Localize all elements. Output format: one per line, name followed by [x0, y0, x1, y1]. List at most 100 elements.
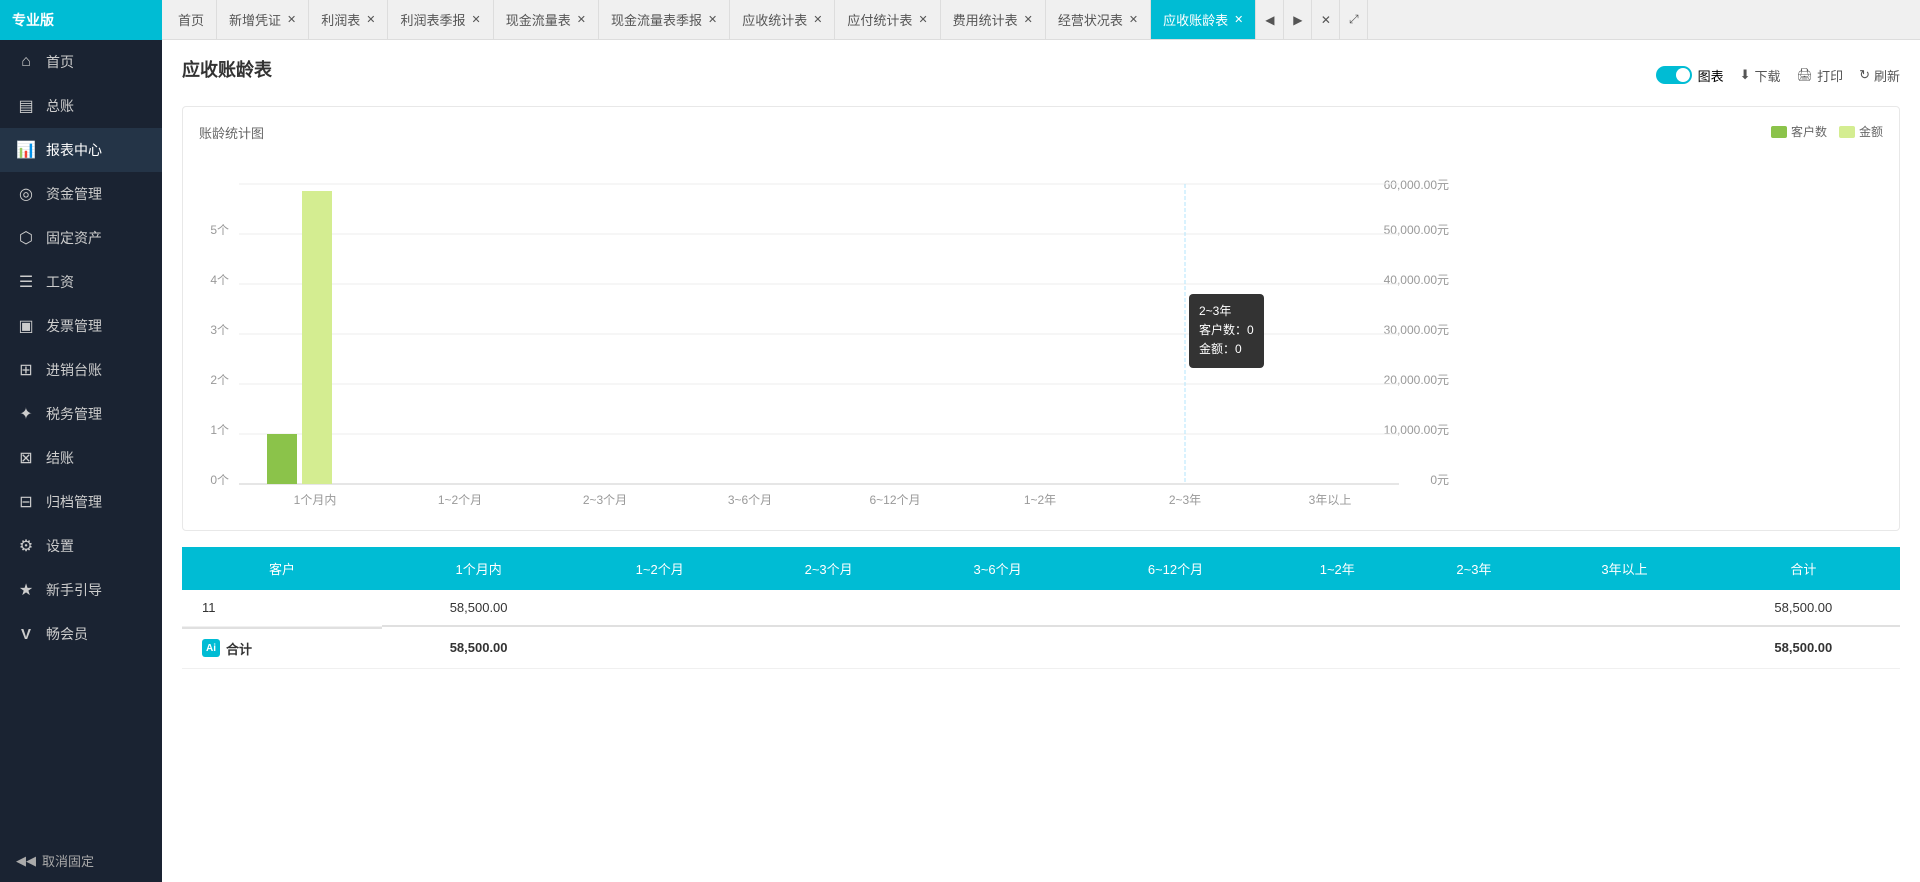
svg-text:1~2年: 1~2年	[1024, 493, 1056, 507]
ledger-icon: ▤	[16, 96, 36, 116]
total-label-cell: Ai 合计	[182, 627, 382, 668]
tab-ap-stats[interactable]: 应付统计表 ✕	[835, 0, 940, 40]
pin-label: 取消固定	[42, 851, 94, 870]
svg-text:0元: 0元	[1430, 473, 1449, 487]
app-logo: 专业版	[0, 0, 162, 40]
bar-customers-0[interactable]	[267, 434, 297, 484]
print-btn[interactable]: 🖨 打印	[1797, 66, 1844, 85]
download-btn[interactable]: ⬇ 下载	[1740, 66, 1781, 85]
legend-customers-label: 客户数	[1791, 123, 1827, 140]
bar-amount-0[interactable]	[302, 191, 332, 484]
svg-text:3~6个月: 3~6个月	[728, 493, 772, 507]
tab-cashflow-q-label: 现金流量表季报	[611, 10, 702, 29]
cell-total-0: 58,500.00	[1707, 590, 1900, 626]
sidebar-item-payroll[interactable]: ☰ 工资	[0, 260, 162, 304]
page-header: 应收账龄表 图表 ⬇ 下载 🖨 打印 ↻ 刷新	[182, 56, 1900, 94]
refresh-label: 刷新	[1874, 66, 1900, 85]
sidebar-item-invoices[interactable]: ▣ 发票管理	[0, 304, 162, 348]
tab-cashflow-close[interactable]: ✕	[577, 13, 586, 26]
tab-profit-close[interactable]: ✕	[366, 13, 375, 26]
chart-toggle[interactable]: 图表	[1656, 66, 1724, 85]
table-header-row: 客户 1个月内 1~2个月 2~3个月 3~6个月 6~12	[182, 547, 1900, 590]
pin-icon: ◀◀	[16, 853, 36, 869]
print-label: 打印	[1817, 66, 1843, 85]
tab-operations-close[interactable]: ✕	[1129, 13, 1138, 26]
chart-title: 账龄统计图	[199, 123, 1883, 142]
tab-ar-aging-close[interactable]: ✕	[1234, 13, 1243, 26]
table-row: 11 58,500.00 58,500.00	[182, 590, 1900, 626]
tab-ap-stats-label: 应付统计表	[847, 10, 912, 29]
tab-home[interactable]: 首页	[166, 0, 217, 40]
sidebar-item-assets[interactable]: ⬡ 固定资产	[0, 216, 162, 260]
sidebar-item-home[interactable]: ⌂ 首页	[0, 40, 162, 84]
tab-profit-q[interactable]: 利润表季报 ✕	[388, 0, 493, 40]
table-total-row: Ai 合计 58,500.00 58,500.00	[182, 626, 1900, 668]
sidebar-item-inventory[interactable]: ⊞ 进销台账	[0, 348, 162, 392]
sidebar-item-vip[interactable]: V 畅会员	[0, 612, 162, 656]
tab-ar-stats-close[interactable]: ✕	[813, 13, 822, 26]
total-m1: 58,500.00	[382, 626, 575, 668]
legend-amount: 金额	[1839, 123, 1883, 140]
sidebar-item-label: 报表中心	[46, 140, 102, 160]
tab-profit[interactable]: 利润表 ✕	[309, 0, 388, 40]
reports-icon: 📊	[16, 140, 36, 160]
page-title: 应收账龄表	[182, 56, 272, 82]
col-m3: 2~3个月	[744, 547, 913, 590]
home-icon: ⌂	[16, 53, 36, 71]
legend-amount-label: 金额	[1859, 123, 1883, 140]
sidebar-item-settings[interactable]: ⚙ 设置	[0, 524, 162, 568]
col-m7: 2~3年	[1406, 547, 1543, 590]
invoices-icon: ▣	[16, 316, 36, 336]
refresh-btn[interactable]: ↻ 刷新	[1859, 66, 1900, 85]
tab-profit-q-close[interactable]: ✕	[472, 13, 481, 26]
tab-operations[interactable]: 经营状况表 ✕	[1046, 0, 1151, 40]
sidebar-item-ledger[interactable]: ▤ 总账	[0, 84, 162, 128]
total-m8	[1542, 626, 1706, 668]
tab-expense-close[interactable]: ✕	[1024, 13, 1033, 26]
sidebar-item-archive[interactable]: ⊟ 归档管理	[0, 480, 162, 524]
pin-toggle[interactable]: ◀◀ 取消固定	[0, 839, 162, 882]
svg-text:50,000.00元: 50,000.00元	[1384, 223, 1449, 237]
legend-customers: 客户数	[1771, 123, 1827, 140]
refresh-icon: ↻	[1859, 67, 1870, 83]
tab-close-all-btn[interactable]: ✕	[1312, 0, 1340, 40]
svg-text:20,000.00元: 20,000.00元	[1384, 373, 1449, 387]
svg-text:4个: 4个	[210, 273, 229, 287]
tab-next-btn[interactable]: ▶	[1284, 0, 1312, 40]
total-total: 58,500.00	[1707, 626, 1900, 668]
tab-expense-label: 费用统计表	[953, 10, 1018, 29]
tab-prev-btn[interactable]: ◀	[1256, 0, 1284, 40]
chart-container: 账龄统计图 客户数 金额 0个 1个 2个 3个	[182, 106, 1900, 531]
sidebar: 专业版 ⌂ 首页 ▤ 总账 📊 报表中心 ◎ 资金管理 ⬡ 固定资产 ☰ 工资 …	[0, 0, 162, 882]
sidebar-item-label: 发票管理	[46, 316, 102, 336]
tab-cashflow-q-close[interactable]: ✕	[708, 13, 717, 26]
tab-operations-label: 经营状况表	[1058, 10, 1123, 29]
data-table: 客户 1个月内 1~2个月 2~3个月 3~6个月 6~12	[182, 547, 1900, 669]
sidebar-item-tax[interactable]: ✦ 税务管理	[0, 392, 162, 436]
tab-home-label: 首页	[178, 10, 204, 29]
sidebar-item-funds[interactable]: ◎ 资金管理	[0, 172, 162, 216]
vip-icon: V	[16, 626, 36, 643]
tab-ap-stats-close[interactable]: ✕	[918, 13, 927, 26]
total-m6	[1269, 626, 1406, 668]
cell-m1-0: 58,500.00	[382, 590, 575, 626]
sidebar-item-reports[interactable]: 📊 报表中心	[0, 128, 162, 172]
sidebar-item-label: 工资	[46, 272, 74, 292]
tab-ar-aging[interactable]: 应收账龄表 ✕	[1151, 0, 1256, 40]
tab-expand-btn[interactable]: ⤢	[1340, 0, 1368, 40]
tax-icon: ✦	[16, 404, 36, 424]
chart-svg: 0个 1个 2个 3个 4个 5个 0元 10,000.00元 20,000.0…	[199, 154, 1469, 514]
tab-ar-stats[interactable]: 应收统计表 ✕	[730, 0, 835, 40]
tab-voucher-close[interactable]: ✕	[287, 13, 296, 26]
toggle-track[interactable]	[1656, 66, 1692, 84]
tab-voucher[interactable]: 新增凭证 ✕	[217, 0, 309, 40]
tab-expense[interactable]: 费用统计表 ✕	[941, 0, 1046, 40]
main-area: 首页 新增凭证 ✕ 利润表 ✕ 利润表季报 ✕ 现金流量表 ✕ 现金流量表季报 …	[162, 0, 1920, 882]
sidebar-item-guide[interactable]: ★ 新手引导	[0, 568, 162, 612]
sidebar-item-label: 新手引导	[46, 580, 102, 600]
tab-cashflow-q[interactable]: 现金流量表季报 ✕	[599, 0, 730, 40]
sidebar-item-close[interactable]: ⊠ 结账	[0, 436, 162, 480]
page-content: 应收账龄表 图表 ⬇ 下载 🖨 打印 ↻ 刷新	[162, 40, 1920, 882]
cell-customer-0: 11	[182, 590, 382, 626]
tab-cashflow[interactable]: 现金流量表 ✕	[494, 0, 599, 40]
